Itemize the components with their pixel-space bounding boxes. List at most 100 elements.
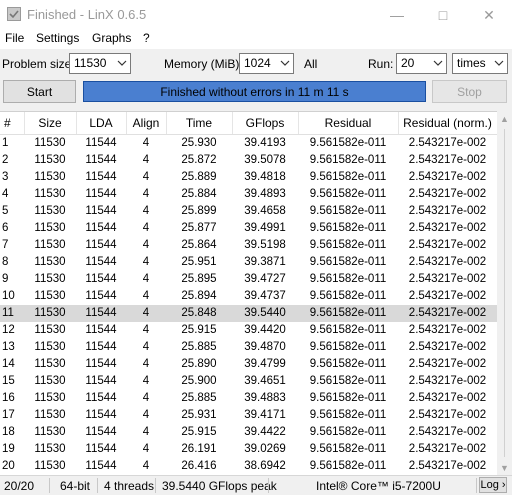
- problem-size-select[interactable]: 11530: [69, 53, 131, 74]
- minimize-icon[interactable]: —: [374, 0, 420, 30]
- cell-size: 11530: [34, 239, 66, 251]
- cell-gflops: 39.5440: [244, 307, 286, 319]
- cell-residual-norm: 2.543217e-002: [408, 443, 487, 455]
- maximize-icon[interactable]: □: [420, 0, 466, 30]
- table-row[interactable]: 7 11530 11544 4 25.864 39.5198 9.561582e-011 2.…: [0, 237, 497, 254]
- cell-residual-norm: 2.543217e-002: [408, 307, 487, 319]
- progress-status: Finished without errors in 11 m 11 s: [83, 81, 426, 102]
- menu-file[interactable]: File: [5, 31, 24, 45]
- header-residual[interactable]: Residual: [298, 116, 398, 130]
- header-index[interactable]: #: [4, 116, 11, 130]
- cell-residual: 9.561582e-011: [309, 426, 387, 438]
- start-button[interactable]: Start: [3, 80, 76, 103]
- chevron-down-icon: [494, 60, 504, 66]
- cell-gflops: 39.4799: [244, 358, 286, 370]
- header-residual-norm[interactable]: Residual (norm.): [398, 116, 497, 130]
- table-row[interactable]: 2 11530 11544 4 25.872 39.5078 9.561582e-011 2.…: [0, 152, 497, 169]
- cell-size: 11530: [34, 324, 66, 336]
- table-row[interactable]: 1 11530 11544 4 25.930 39.4193 9.561582e-011 2.…: [0, 135, 497, 152]
- cell-time: 25.890: [181, 358, 217, 370]
- table-row[interactable]: 16 11530 11544 4 25.885 39.4883 9.561582e-011 2…: [0, 390, 497, 407]
- table-header: # Size LDA Align Time GFlops Residual Re…: [0, 112, 497, 135]
- cell-time: 25.951: [181, 256, 217, 268]
- header-time[interactable]: Time: [166, 116, 232, 130]
- table-row[interactable]: 18 11530 11544 4 25.915 39.4422 9.561582e-011 2…: [0, 424, 497, 441]
- cell-size: 11530: [34, 273, 66, 285]
- cell-lda: 11544: [85, 137, 117, 149]
- cell-align: 4: [142, 409, 150, 421]
- memory-select[interactable]: 1024: [239, 53, 294, 74]
- cell-residual-norm: 2.543217e-002: [408, 137, 487, 149]
- cell-align: 4: [142, 188, 150, 200]
- problem-size-label: Problem size:: [2, 57, 75, 71]
- table-row[interactable]: 20 11530 11544 4 26.416 38.6942 9.561582e-011 2…: [0, 458, 497, 475]
- menu-bar: File Settings Graphs ?: [0, 30, 512, 49]
- menu-graphs[interactable]: Graphs: [92, 31, 131, 45]
- cell-index: 3: [2, 171, 9, 183]
- run-label: Run:: [368, 57, 394, 71]
- cell-lda: 11544: [85, 154, 117, 166]
- header-align[interactable]: Align: [126, 116, 166, 130]
- table-row[interactable]: 11 11530 11544 4 25.848 39.5440 9.561582e-011 2…: [0, 305, 497, 322]
- header-gflops[interactable]: GFlops: [232, 116, 298, 130]
- cell-index: 6: [2, 222, 9, 234]
- table-row[interactable]: 8 11530 11544 4 25.951 39.3871 9.561582e-011 2.…: [0, 254, 497, 271]
- progress-text: Finished without errors in 11 m 11 s: [160, 84, 349, 99]
- table-row[interactable]: 3 11530 11544 4 25.889 39.4818 9.561582e-011 2.…: [0, 169, 497, 186]
- status-threads: 4 threads: [104, 479, 155, 493]
- table-row[interactable]: 12 11530 11544 4 25.915 39.4420 9.561582e-011 2…: [0, 322, 497, 339]
- cell-size: 11530: [34, 460, 66, 472]
- cell-residual-norm: 2.543217e-002: [408, 426, 487, 438]
- cell-lda: 11544: [85, 375, 117, 387]
- cell-gflops: 39.4171: [244, 409, 286, 421]
- table-row[interactable]: 9 11530 11544 4 25.895 39.4727 9.561582e-011 2.…: [0, 271, 497, 288]
- vertical-scrollbar[interactable]: ▲ ▼: [497, 111, 512, 475]
- chevron-down-icon: [280, 60, 290, 66]
- table-row[interactable]: 17 11530 11544 4 25.931 39.4171 9.561582e-011 2…: [0, 407, 497, 424]
- table-row[interactable]: 10 11530 11544 4 25.894 39.4737 9.561582e-011 2…: [0, 288, 497, 305]
- cell-align: 4: [142, 171, 150, 183]
- scroll-up-icon[interactable]: ▲: [497, 111, 512, 126]
- cell-index: 19: [2, 443, 15, 455]
- cell-index: 11: [2, 307, 14, 319]
- menu-help[interactable]: ?: [143, 31, 150, 45]
- table-row[interactable]: 19 11530 11544 4 26.191 39.0269 9.561582e-011 2…: [0, 441, 497, 458]
- scroll-down-icon[interactable]: ▼: [497, 460, 512, 475]
- cell-lda: 11544: [85, 205, 117, 217]
- menu-settings[interactable]: Settings: [36, 31, 79, 45]
- table-row[interactable]: 6 11530 11544 4 25.877 39.4991 9.561582e-011 2.…: [0, 220, 497, 237]
- cell-time: 25.915: [181, 426, 217, 438]
- log-button[interactable]: Log ›: [479, 477, 507, 493]
- table-row[interactable]: 13 11530 11544 4 25.885 39.4870 9.561582e-011 2…: [0, 339, 497, 356]
- table-row[interactable]: 14 11530 11544 4 25.890 39.4799 9.561582e-011 2…: [0, 356, 497, 373]
- cell-residual-norm: 2.543217e-002: [408, 375, 487, 387]
- cell-size: 11530: [34, 205, 66, 217]
- header-lda[interactable]: LDA: [76, 116, 126, 130]
- close-icon[interactable]: ✕: [466, 0, 512, 30]
- cell-index: 20: [2, 460, 15, 472]
- run-unit-select[interactable]: times: [452, 53, 508, 74]
- cell-size: 11530: [34, 358, 66, 370]
- cell-lda: 11544: [85, 358, 117, 370]
- all-memory-option[interactable]: All: [304, 57, 317, 71]
- cell-gflops: 39.5198: [244, 239, 286, 251]
- cell-align: 4: [142, 341, 150, 353]
- stop-button[interactable]: Stop: [432, 80, 507, 103]
- cell-index: 14: [2, 358, 15, 370]
- cell-size: 11530: [34, 426, 66, 438]
- table-row[interactable]: 15 11530 11544 4 25.900 39.4651 9.561582e-011 2…: [0, 373, 497, 390]
- cell-align: 4: [142, 460, 150, 472]
- cell-align: 4: [142, 290, 150, 302]
- results-table: # Size LDA Align Time GFlops Residual Re…: [0, 111, 497, 476]
- table-row[interactable]: 4 11530 11544 4 25.884 39.4893 9.561582e-011 2.…: [0, 186, 497, 203]
- cell-lda: 11544: [85, 307, 117, 319]
- cell-residual: 9.561582e-011: [309, 409, 387, 421]
- run-count-select[interactable]: 20: [396, 53, 447, 74]
- cell-lda: 11544: [85, 341, 117, 353]
- status-peak: 39.5440 GFlops peak: [162, 479, 277, 493]
- cell-align: 4: [142, 443, 150, 455]
- table-row[interactable]: 5 11530 11544 4 25.899 39.4658 9.561582e-011 2.…: [0, 203, 497, 220]
- cell-size: 11530: [34, 188, 66, 200]
- header-size[interactable]: Size: [24, 116, 76, 130]
- cell-index: 7: [2, 239, 9, 251]
